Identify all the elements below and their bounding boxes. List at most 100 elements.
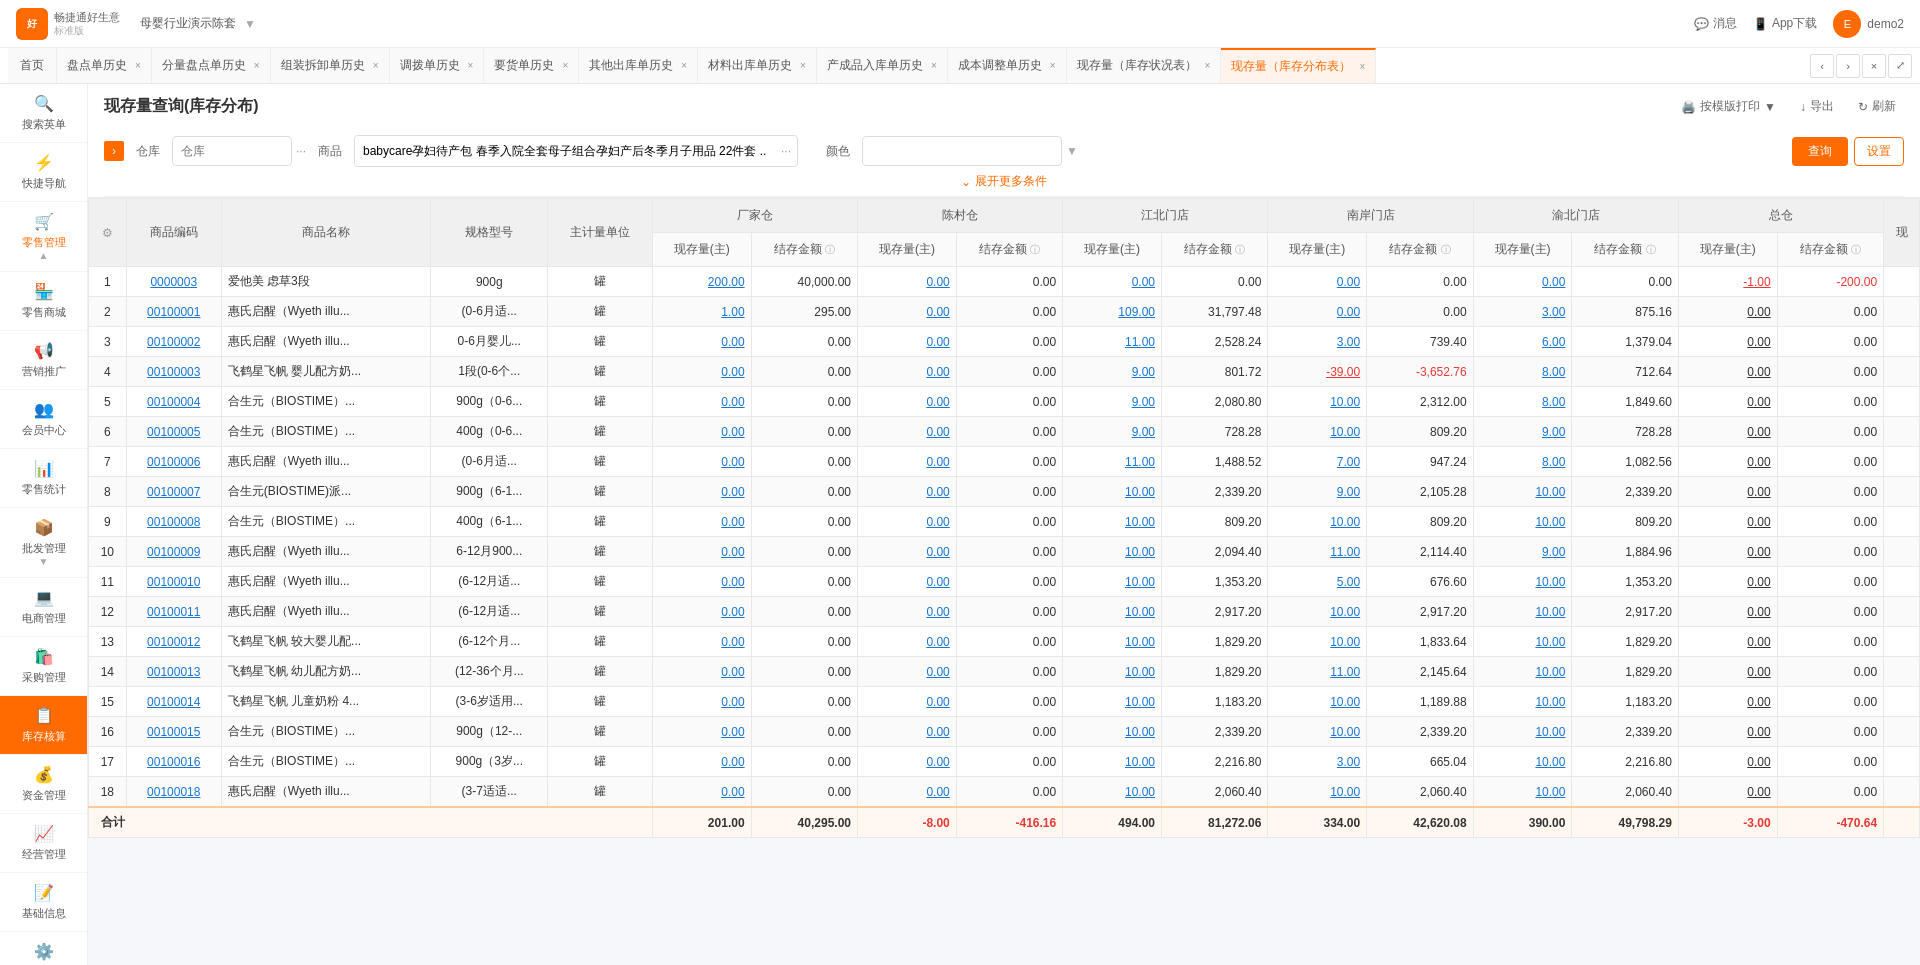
- cell-yubei-cur[interactable]: 10.00: [1473, 507, 1572, 537]
- cell-chenshi-cur[interactable]: 0.00: [858, 567, 957, 597]
- cell-yubei-cur[interactable]: 10.00: [1473, 477, 1572, 507]
- cell-yubei-cur[interactable]: 10.00: [1473, 597, 1572, 627]
- setting-button[interactable]: 设置: [1854, 137, 1904, 166]
- tab-expand-btn[interactable]: ⤢: [1888, 54, 1912, 78]
- sidebar-item-member[interactable]: 👥 会员中心: [0, 390, 87, 449]
- cell-jiangbei-cur[interactable]: 11.00: [1063, 447, 1162, 477]
- cell-code[interactable]: 00100005: [126, 417, 221, 447]
- cell-factory-cur[interactable]: 0.00: [652, 357, 751, 387]
- cell-nanan-cur[interactable]: 11.00: [1268, 657, 1367, 687]
- sidebar-item-wholesale[interactable]: 📦 批发管理 ▼: [0, 508, 87, 578]
- sidebar-item-system[interactable]: ⚙️ 系统管理: [0, 932, 87, 965]
- cell-yubei-cur[interactable]: 10.00: [1473, 717, 1572, 747]
- cell-factory-cur[interactable]: 0.00: [652, 657, 751, 687]
- tab-close-icon[interactable]: ×: [931, 60, 937, 71]
- cell-nanan-cur[interactable]: 11.00: [1268, 537, 1367, 567]
- tab-material-out[interactable]: 材料出库单历史 ×: [698, 48, 817, 84]
- cell-nanan-cur[interactable]: 10.00: [1268, 597, 1367, 627]
- cell-factory-cur[interactable]: 0.00: [652, 327, 751, 357]
- cell-chenshi-cur[interactable]: 0.00: [858, 477, 957, 507]
- cell-total-cur[interactable]: 0.00: [1678, 687, 1777, 717]
- app-download-btn[interactable]: 📱 App下载: [1753, 15, 1817, 32]
- cell-yubei-cur[interactable]: 0.00: [1473, 267, 1572, 297]
- sidebar-item-basic[interactable]: 📝 基础信息: [0, 873, 87, 932]
- cell-total-cur[interactable]: 0.00: [1678, 627, 1777, 657]
- cell-total-cur[interactable]: 0.00: [1678, 597, 1777, 627]
- tab-cost-adjust[interactable]: 成本调整单历史 ×: [948, 48, 1067, 84]
- sidebar-item-purchase[interactable]: 🛍️ 采购管理: [0, 637, 87, 696]
- cell-code[interactable]: 00100007: [126, 477, 221, 507]
- cell-jiangbei-cur[interactable]: 10.00: [1063, 597, 1162, 627]
- search-button[interactable]: 查询: [1792, 137, 1848, 166]
- cell-factory-cur[interactable]: 0.00: [652, 687, 751, 717]
- cell-yubei-cur[interactable]: 9.00: [1473, 417, 1572, 447]
- sidebar-item-quick-nav[interactable]: ⚡ 快捷导航: [0, 143, 87, 202]
- cell-code[interactable]: 00100014: [126, 687, 221, 717]
- cell-chenshi-cur[interactable]: 0.00: [858, 597, 957, 627]
- cell-total-cur[interactable]: 0.00: [1678, 417, 1777, 447]
- cell-factory-cur[interactable]: 0.00: [652, 537, 751, 567]
- cell-code[interactable]: 00100004: [126, 387, 221, 417]
- cell-total-cur[interactable]: -1.00: [1678, 267, 1777, 297]
- cell-yubei-cur[interactable]: 3.00: [1473, 297, 1572, 327]
- cell-factory-cur[interactable]: 0.00: [652, 627, 751, 657]
- cell-yubei-cur[interactable]: 8.00: [1473, 357, 1572, 387]
- cell-total-cur[interactable]: 0.00: [1678, 477, 1777, 507]
- cell-total-cur[interactable]: 0.00: [1678, 297, 1777, 327]
- cell-nanan-cur[interactable]: 10.00: [1268, 417, 1367, 447]
- sidebar-item-retail-stats[interactable]: 📊 零售统计: [0, 449, 87, 508]
- cell-chenshi-cur[interactable]: 0.00: [858, 747, 957, 777]
- cell-total-cur[interactable]: 0.00: [1678, 357, 1777, 387]
- sidebar-item-retail-store[interactable]: 🏪 零售商城: [0, 272, 87, 331]
- cell-code[interactable]: 00100018: [126, 777, 221, 808]
- tab-requisition[interactable]: 要货单历史 ×: [484, 48, 579, 84]
- user-avatar[interactable]: E demo2: [1833, 10, 1904, 38]
- cell-factory-cur[interactable]: 0.00: [652, 597, 751, 627]
- cell-nanan-cur[interactable]: 5.00: [1268, 567, 1367, 597]
- expand-more-row[interactable]: ⌄ 展开更多条件: [104, 167, 1904, 196]
- cell-factory-cur[interactable]: 0.00: [652, 477, 751, 507]
- cell-jiangbei-cur[interactable]: 10.00: [1063, 507, 1162, 537]
- cell-jiangbei-cur[interactable]: 10.00: [1063, 717, 1162, 747]
- cell-jiangbei-cur[interactable]: 9.00: [1063, 357, 1162, 387]
- cell-total-cur[interactable]: 0.00: [1678, 327, 1777, 357]
- cell-code[interactable]: 00100016: [126, 747, 221, 777]
- cell-jiangbei-cur[interactable]: 10.00: [1063, 777, 1162, 808]
- cell-total-cur[interactable]: 0.00: [1678, 447, 1777, 477]
- cell-code[interactable]: 0000003: [126, 267, 221, 297]
- cell-factory-cur[interactable]: 0.00: [652, 747, 751, 777]
- cell-chenshi-cur[interactable]: 0.00: [858, 627, 957, 657]
- cell-nanan-cur[interactable]: 7.00: [1268, 447, 1367, 477]
- tab-stock-dist[interactable]: 现存量（库存分布表） ×: [1221, 48, 1376, 84]
- industry-selector[interactable]: 母婴行业演示陈套 ▼: [140, 15, 256, 32]
- cell-factory-cur[interactable]: 0.00: [652, 777, 751, 808]
- cell-total-cur[interactable]: 0.00: [1678, 777, 1777, 808]
- cell-nanan-cur[interactable]: 9.00: [1268, 477, 1367, 507]
- cell-jiangbei-cur[interactable]: 11.00: [1063, 327, 1162, 357]
- cell-chenshi-cur[interactable]: 0.00: [858, 507, 957, 537]
- cell-chenshi-cur[interactable]: 0.00: [858, 687, 957, 717]
- cell-factory-cur[interactable]: 0.00: [652, 447, 751, 477]
- cell-nanan-cur[interactable]: 10.00: [1268, 387, 1367, 417]
- tab-close-icon[interactable]: ×: [562, 60, 568, 71]
- cell-chenshi-cur[interactable]: 0.00: [858, 657, 957, 687]
- cell-yubei-cur[interactable]: 10.00: [1473, 657, 1572, 687]
- cell-factory-cur[interactable]: 0.00: [652, 717, 751, 747]
- cell-total-cur[interactable]: 0.00: [1678, 747, 1777, 777]
- settings-icon[interactable]: ⚙: [102, 226, 113, 240]
- cell-code[interactable]: 00100013: [126, 657, 221, 687]
- tab-close-icon[interactable]: ×: [468, 60, 474, 71]
- cell-yubei-cur[interactable]: 6.00: [1473, 327, 1572, 357]
- cell-yubei-cur[interactable]: 8.00: [1473, 447, 1572, 477]
- tab-stock-check2[interactable]: 分量盘点单历史 ×: [152, 48, 271, 84]
- cell-nanan-cur[interactable]: 10.00: [1268, 777, 1367, 808]
- tab-stock-check[interactable]: 盘点单历史 ×: [57, 48, 152, 84]
- cell-nanan-cur[interactable]: 10.00: [1268, 507, 1367, 537]
- cell-code[interactable]: 00100015: [126, 717, 221, 747]
- tab-close-icon[interactable]: ×: [1205, 60, 1211, 71]
- cell-factory-cur[interactable]: 0.00: [652, 507, 751, 537]
- cell-factory-cur[interactable]: 200.00: [652, 267, 751, 297]
- cell-code[interactable]: 00100002: [126, 327, 221, 357]
- cell-chenshi-cur[interactable]: 0.00: [858, 267, 957, 297]
- sidebar-item-stock[interactable]: 📋 库存核算: [0, 696, 87, 755]
